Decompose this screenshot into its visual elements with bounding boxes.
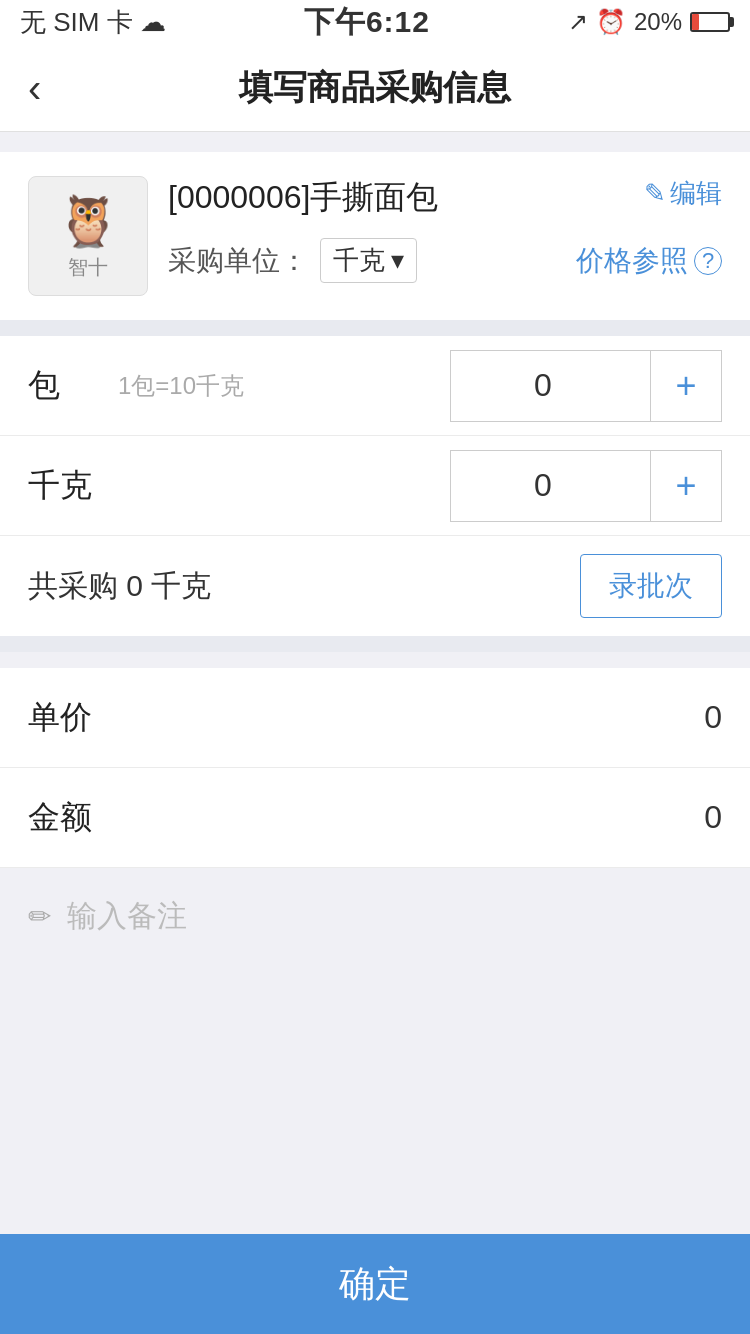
unit-select[interactable]: 千克 ▾ xyxy=(320,238,417,283)
amount-row: 金额 0 xyxy=(0,768,750,868)
package-plus-button[interactable]: + xyxy=(650,350,722,422)
package-label: 包 xyxy=(28,364,108,408)
unit-value: 千克 xyxy=(333,243,385,278)
alarm-icon: ⏰ xyxy=(596,8,626,36)
kg-label: 千克 xyxy=(28,464,108,508)
notes-placeholder: 输入备注 xyxy=(67,896,187,937)
total-label: 共采购 0 千克 xyxy=(28,566,580,607)
notes-section[interactable]: ✏ 输入备注 xyxy=(0,868,750,965)
back-button[interactable]: ‹ xyxy=(28,68,41,108)
status-time: 下午6:12 xyxy=(304,2,430,43)
separator-1 xyxy=(0,320,750,336)
package-input[interactable] xyxy=(450,350,650,422)
dropdown-icon: ▾ xyxy=(391,245,404,276)
product-thumbnail: 🦉 智十 xyxy=(28,176,148,296)
amount-label: 金额 xyxy=(28,796,704,840)
kg-plus-button[interactable]: + xyxy=(650,450,722,522)
product-header: [0000006]手撕面包 ✎ 编辑 xyxy=(168,176,722,220)
package-input-row: 包 1包=10千克 + xyxy=(0,336,750,436)
product-name: [0000006]手撕面包 xyxy=(168,176,438,220)
pencil-icon: ✏ xyxy=(28,900,51,933)
edit-label: 编辑 xyxy=(670,176,722,211)
amount-value: 0 xyxy=(704,799,722,836)
product-thumb-icon: 🦉 xyxy=(57,192,119,250)
package-sublabel: 1包=10千克 xyxy=(118,370,450,402)
product-card: 🦉 智十 [0000006]手撕面包 ✎ 编辑 采购单位： 千克 ▾ 价格参照 … xyxy=(0,152,750,320)
status-bar: 无 SIM 卡 ☁ 下午6:12 ↗ ⏰ 20% xyxy=(0,0,750,44)
bottom-spacer xyxy=(0,965,750,1165)
product-unit-row: 采购单位： 千克 ▾ 价格参照 ? xyxy=(168,238,722,283)
record-batch-button[interactable]: 录批次 xyxy=(580,554,722,618)
kg-input[interactable] xyxy=(450,450,650,522)
kg-input-right: + xyxy=(450,450,722,522)
product-thumb-brand: 智十 xyxy=(68,254,108,281)
kg-input-row: 千克 + xyxy=(0,436,750,536)
unit-price-row: 单价 0 xyxy=(0,668,750,768)
edit-link[interactable]: ✎ 编辑 xyxy=(644,176,722,211)
unit-price-value: 0 xyxy=(704,699,722,736)
input-section: 包 1包=10千克 + 千克 + xyxy=(0,336,750,536)
location-icon: ↗ xyxy=(568,8,588,36)
status-right: ↗ ⏰ 20% xyxy=(568,8,730,36)
price-ref-label: 价格参照 xyxy=(576,242,688,280)
product-info: [0000006]手撕面包 ✎ 编辑 采购单位： 千克 ▾ 价格参照 ? xyxy=(168,176,722,283)
price-section: 单价 0 金额 0 xyxy=(0,668,750,868)
edit-icon: ✎ xyxy=(644,178,666,209)
separator-2 xyxy=(0,636,750,652)
price-ref-button[interactable]: 价格参照 ? xyxy=(576,242,722,280)
package-input-right: + xyxy=(450,350,722,422)
unit-price-label: 单价 xyxy=(28,696,704,740)
battery-percent: 20% xyxy=(634,8,682,36)
sim-label: 无 SIM 卡 ☁ xyxy=(20,5,166,40)
unit-label: 采购单位： xyxy=(168,242,308,280)
status-left: 无 SIM 卡 ☁ xyxy=(20,5,166,40)
page-title: 填写商品采购信息 xyxy=(239,65,511,111)
nav-bar: ‹ 填写商品采购信息 xyxy=(0,44,750,132)
total-row: 共采购 0 千克 录批次 xyxy=(0,536,750,636)
confirm-button[interactable]: 确定 xyxy=(0,1234,750,1334)
battery-icon xyxy=(690,12,730,32)
price-ref-help-icon: ? xyxy=(694,247,722,275)
